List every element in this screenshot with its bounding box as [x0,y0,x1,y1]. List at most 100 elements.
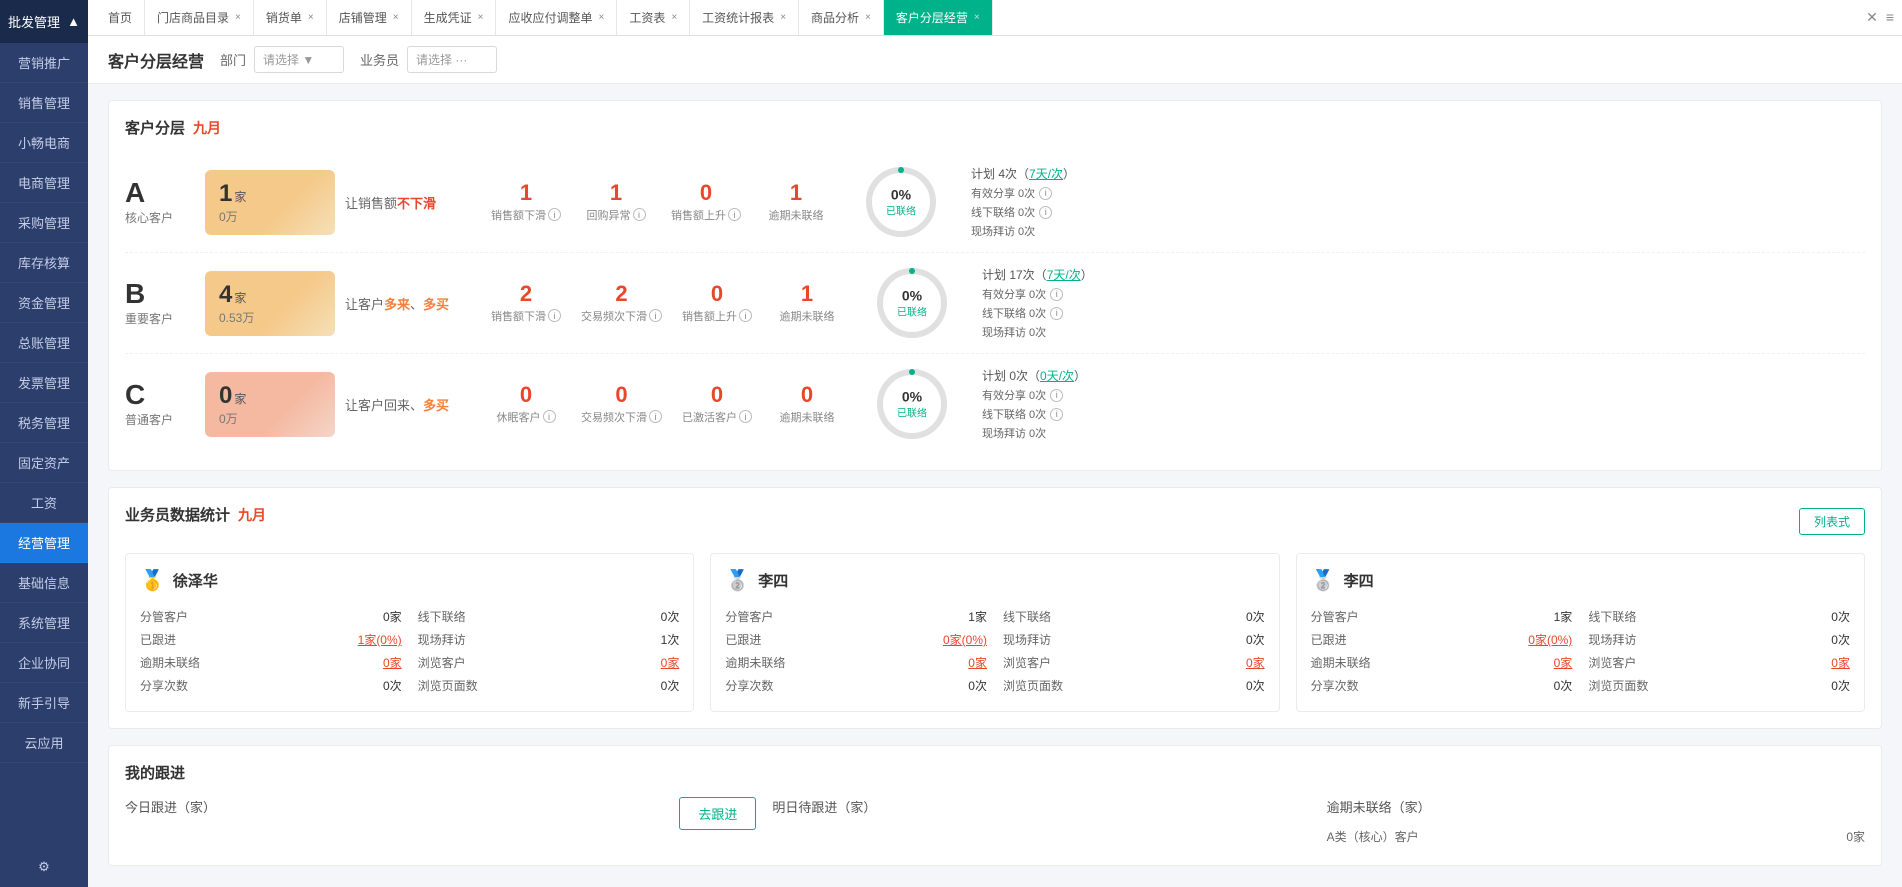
staff-row-overdue-1: 逾期未联络0家 [140,651,402,674]
tab-voucher[interactable]: 生成凭证× [412,0,497,36]
tier-row-a: A 核心客户 1 家 0万 让销售额不下滑 [125,152,1865,253]
follow-go-button[interactable]: 去跟进 [679,797,756,830]
info-icon[interactable]: i [1050,389,1063,402]
tier-circle-a: 0% 已联络 [861,162,941,242]
follow-overdue-title: 逾期未联络（家） [1327,797,1865,816]
sidebar-header[interactable]: 批发管理 ▲ [0,0,88,43]
sidebar-collapse-icon[interactable]: ▲ [67,14,80,29]
tab-action-close-all[interactable]: ✕ [1866,9,1878,26]
plan-link-b[interactable]: 7天/次 [1047,268,1081,282]
sidebar-item-purchase[interactable]: 采购管理 [0,203,88,243]
sidebar-item-system[interactable]: 系统管理 [0,603,88,643]
tier-action-c: 让客户回来、多买 [345,395,475,414]
tab-store-products[interactable]: 门店商品目录× [145,0,254,36]
info-icon[interactable]: i [739,410,752,423]
tab-payroll-report[interactable]: 工资统计报表× [690,0,799,36]
info-icon[interactable]: i [1050,307,1063,320]
tab-close-store-products[interactable]: × [235,12,241,23]
sidebar-item-ecommerce-small[interactable]: 小畅电商 [0,123,88,163]
tier-label-a: A 核心客户 [125,179,205,226]
tab-close-voucher[interactable]: × [478,12,484,23]
info-icon[interactable]: i [1039,187,1052,200]
sidebar-item-sales[interactable]: 销售管理 [0,83,88,123]
tab-close-customer-tier[interactable]: × [974,12,980,23]
sidebar-item-basic[interactable]: 基础信息 [0,563,88,603]
tab-close-payroll-report[interactable]: × [780,12,786,23]
sidebar-settings[interactable]: ⚙ [0,847,88,887]
follow-section-title: 我的跟进 [125,762,1865,783]
chevron-down-icon: ▼ [302,53,314,67]
follow-section: 我的跟进 今日跟进（家） 去跟进 明日待跟进（家） 逾期未联络（家） A类（核心… [108,745,1882,866]
tab-store-mgmt[interactable]: 店铺管理× [327,0,412,36]
info-icon[interactable]: i [728,208,741,221]
info-icon[interactable]: i [548,208,561,221]
staff-col-left-3: 分管客户1家 已跟进0家(0%) 逾期未联络0家 分享次数0次 [1311,605,1573,697]
staff-name-3: 李四 [1344,570,1374,591]
tier-right-info-a: 计划 4次（7天/次） 有效分享 0次 i 线下联络 0次 i 现场拜访 0次 [971,165,1151,239]
sidebar-item-fixed-assets[interactable]: 固定资产 [0,443,88,483]
plan-link-c[interactable]: 0天/次 [1040,369,1074,383]
tier-stats-b: 2 销售额下滑 i 2 交易频次下滑 i 0 销售额上升 i 1 逾期未联络 [491,263,1865,343]
sidebar-item-tax[interactable]: 税务管理 [0,403,88,443]
info-icon[interactable]: i [649,410,662,423]
dept-label: 部门 [220,50,246,69]
tab-customer-tier[interactable]: 客户分层经营× [884,0,993,36]
tab-payroll[interactable]: 工资表× [617,0,690,36]
plan-link-a[interactable]: 7天/次 [1029,167,1063,181]
info-icon[interactable]: i [1050,408,1063,421]
stat-c-4: 0 逾期未联络 [772,384,842,425]
info-icon[interactable]: i [739,309,752,322]
sidebar-item-payroll[interactable]: 工资 [0,483,88,523]
tab-adjustment[interactable]: 应收应付调整单× [496,0,617,36]
sidebar-item-inventory[interactable]: 库存核算 [0,243,88,283]
sidebar-title: 批发管理 [8,12,60,31]
sidebar-item-marketing[interactable]: 营销推广 [0,43,88,83]
tab-close-product-analysis[interactable]: × [865,12,871,23]
info-icon[interactable]: i [633,208,646,221]
info-icon[interactable]: i [649,309,662,322]
staff-name-2: 李四 [758,570,788,591]
staff-filter: 业务员 请选择 ··· [360,46,497,73]
content-area: 客户分层 九月 A 核心客户 1 家 0万 [88,84,1902,887]
staff-stats-3: 分管客户1家 已跟进0家(0%) 逾期未联络0家 分享次数0次 线下联络0次 现… [1311,605,1850,697]
info-icon[interactable]: i [1050,288,1063,301]
tab-close-payroll[interactable]: × [671,12,677,23]
stat-a-3: 0 销售额上升 i [671,182,741,223]
staff-card-1: 🥇 徐泽华 分管客户0家 已跟进1家(0%) 逾期未联络0家 分享次数0次 线下… [125,553,694,712]
tab-close-store-mgmt[interactable]: × [393,12,399,23]
sidebar-item-collab[interactable]: 企业协同 [0,643,88,683]
page-header: 客户分层经营 部门 请选择 ▼ 业务员 请选择 ··· [88,36,1902,84]
tab-product-analysis[interactable]: 商品分析× [799,0,884,36]
staff-col-right-3: 线下联络0次 现场拜访0次 浏览客户0家 浏览页面数0次 [1588,605,1850,697]
staff-col-left-1: 分管客户0家 已跟进1家(0%) 逾期未联络0家 分享次数0次 [140,605,402,697]
staff-section: 业务员数据统计 九月 列表式 🥇 徐泽华 分管客户0家 已跟进1家(0%) [108,487,1882,729]
tab-close-sales-order[interactable]: × [308,12,314,23]
staff-month-badge: 九月 [238,505,266,525]
tab-action-more[interactable]: ≡ [1886,9,1894,26]
info-icon[interactable]: i [1039,206,1052,219]
sidebar-item-guide[interactable]: 新手引导 [0,683,88,723]
stat-c-2: 0 交易频次下滑 i [581,384,662,425]
info-icon[interactable]: i [548,309,561,322]
tier-stats-c: 0 休眠客户 i 0 交易频次下滑 i 0 已激活客户 i 0 逾期未联络 [491,364,1865,444]
sidebar-item-invoice[interactable]: 发票管理 [0,363,88,403]
info-icon[interactable]: i [543,410,556,423]
tab-sales-order[interactable]: 销货单× [254,0,327,36]
sidebar-item-ecommerce[interactable]: 电商管理 [0,163,88,203]
staff-name-1: 徐泽华 [173,570,218,591]
overdue-label: A类（核心）客户 [1327,828,1419,845]
sidebar-item-cloud[interactable]: 云应用 [0,723,88,763]
customer-tier-title: 客户分层 九月 [125,117,1865,138]
tab-home[interactable]: 首页 [96,0,145,36]
main-area: 首页 门店商品目录× 销货单× 店铺管理× 生成凭证× 应收应付调整单× 工资表… [88,0,1902,887]
tier-count-a: 1 家 0万 [205,170,335,235]
list-view-button[interactable]: 列表式 [1799,508,1865,535]
staff-select[interactable]: 请选择 ··· [407,46,497,73]
follow-overdue-col: 逾期未联络（家） A类（核心）客户 0家 [1327,797,1865,849]
sidebar-item-ledger[interactable]: 总账管理 [0,323,88,363]
tab-close-adjustment[interactable]: × [598,12,604,23]
staff-grid: 🥇 徐泽华 分管客户0家 已跟进1家(0%) 逾期未联络0家 分享次数0次 线下… [125,553,1865,712]
sidebar-item-management[interactable]: 经营管理 [0,523,88,563]
sidebar-item-finance[interactable]: 资金管理 [0,283,88,323]
dept-select[interactable]: 请选择 ▼ [254,46,344,73]
